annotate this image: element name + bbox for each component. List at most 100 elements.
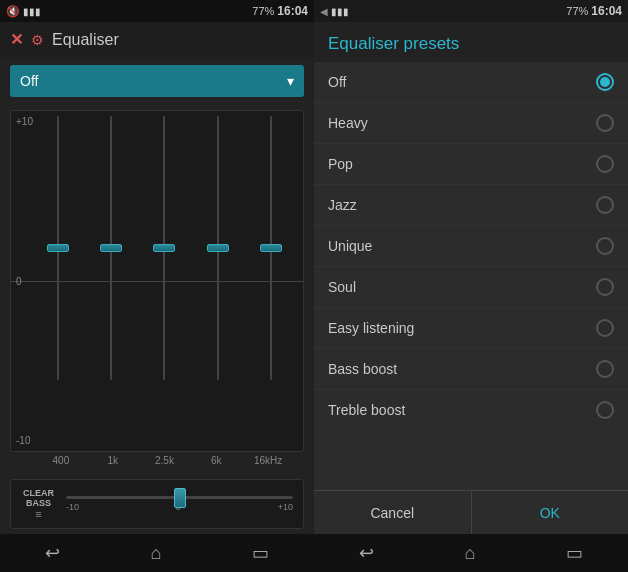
radio-button[interactable]	[596, 360, 614, 378]
freq-1k: 1k	[87, 455, 139, 466]
eq-track-1	[57, 116, 59, 380]
eq-band-2[interactable]	[110, 116, 112, 446]
preset-item-soul[interactable]: Soul	[314, 267, 628, 308]
eq-thumb-2	[100, 244, 122, 252]
status-right-left-icons: ◀ ▮▮▮	[320, 6, 349, 17]
preset-dropdown[interactable]: Off ▾	[10, 65, 304, 97]
radio-button[interactable]	[596, 278, 614, 296]
eq-thumb-3	[153, 244, 175, 252]
time-right: 16:04	[591, 4, 622, 18]
radio-button[interactable]	[596, 155, 614, 173]
eq-center-line	[11, 281, 303, 282]
preset-name: Off	[328, 74, 346, 90]
eq-track-3	[163, 116, 165, 380]
radio-button[interactable]	[596, 196, 614, 214]
preset-item-heavy[interactable]: Heavy	[314, 103, 628, 144]
time-left: 16:04	[277, 4, 308, 18]
back-button-right[interactable]: ↩	[359, 542, 374, 564]
bass-min-label: -10	[66, 502, 79, 512]
chevron-down-icon: ▾	[287, 73, 294, 89]
dropdown-value: Off	[20, 73, 38, 89]
bass-slider-container[interactable]: -10 0 +10	[66, 496, 293, 512]
page-title-left: Equaliser	[52, 31, 119, 49]
back-arrow-icon: ◀	[320, 6, 328, 17]
bass-bass-text: BASS	[26, 498, 51, 508]
left-screen: 🔇 ▮▮▮ 77% 16:04 ✕ ⚙ Equaliser Off ▾ +10 …	[0, 0, 314, 572]
radio-button[interactable]	[596, 401, 614, 419]
battery-left: 77%	[252, 5, 274, 17]
nav-bar-right: ↩ ⌂ ▭	[314, 534, 628, 572]
bass-max-label: +10	[278, 502, 293, 512]
preset-item-bass-boost[interactable]: Bass boost	[314, 349, 628, 390]
status-right-info: 77% 16:04	[252, 4, 308, 18]
preset-item-unique[interactable]: Unique	[314, 226, 628, 267]
eq-thumb-4	[207, 244, 229, 252]
status-left-icons: 🔇 ▮▮▮	[6, 5, 41, 18]
eq-label-pos10: +10	[16, 116, 33, 127]
eq-label-0: 0	[16, 276, 22, 287]
radio-inner	[600, 77, 610, 87]
radio-button[interactable]	[596, 319, 614, 337]
freq-6k: 6k	[190, 455, 242, 466]
preset-list: Off Heavy Pop Jazz Unique Soul Easy listening B…	[314, 62, 628, 490]
preset-item-easy-listening[interactable]: Easy listening	[314, 308, 628, 349]
bass-lines-icon: ≡	[35, 508, 41, 520]
preset-name: Heavy	[328, 115, 368, 131]
title-bar-left: ✕ ⚙ Equaliser	[0, 22, 314, 57]
freq-16k: 16kHz	[242, 455, 294, 466]
eq-track-2	[110, 116, 112, 380]
freq-400: 400	[35, 455, 87, 466]
preset-name: Jazz	[328, 197, 357, 213]
status-right-right-info: 77% 16:04	[566, 4, 622, 18]
right-panel-title: Equaliser presets	[328, 34, 614, 54]
close-icon[interactable]: ✕	[10, 30, 23, 49]
right-title-area: Equaliser presets	[314, 22, 628, 62]
right-screen: ◀ ▮▮▮ 77% 16:04 Equaliser presets Off Hea…	[314, 0, 628, 572]
bass-track	[66, 496, 293, 499]
mute-icon: 🔇	[6, 5, 20, 18]
eq-display: +10 0 -10	[0, 105, 314, 474]
bass-thumb	[174, 488, 186, 508]
eq-band-1[interactable]	[57, 116, 59, 446]
eq-track-4	[217, 116, 219, 380]
preset-item-pop[interactable]: Pop	[314, 144, 628, 185]
eq-freq-labels: 400 1k 2.5k 6k 16kHz	[10, 452, 304, 469]
freq-2k5: 2.5k	[139, 455, 191, 466]
radio-button[interactable]	[596, 73, 614, 91]
recent-button-left[interactable]: ▭	[252, 542, 269, 564]
bass-clear-text: CLEAR	[23, 488, 54, 498]
eq-band-3[interactable]	[163, 116, 165, 446]
home-button-right[interactable]: ⌂	[465, 543, 476, 564]
eq-label-neg10: -10	[16, 435, 30, 446]
eq-icon: ⚙	[31, 32, 44, 48]
eq-band-5[interactable]	[270, 116, 272, 446]
bass-label: CLEAR BASS ≡	[21, 488, 56, 520]
eq-thumb-1	[47, 244, 69, 252]
radio-button[interactable]	[596, 237, 614, 255]
cancel-button[interactable]: Cancel	[314, 491, 472, 534]
status-bar-left: 🔇 ▮▮▮ 77% 16:04	[0, 0, 314, 22]
preset-item-off[interactable]: Off	[314, 62, 628, 103]
nav-bar-left: ↩ ⌂ ▭	[0, 534, 314, 572]
preset-name: Easy listening	[328, 320, 414, 336]
ok-button[interactable]: OK	[472, 491, 629, 534]
home-button-left[interactable]: ⌂	[151, 543, 162, 564]
bass-section: CLEAR BASS ≡ -10 0 +10	[10, 479, 304, 529]
preset-item-treble-boost[interactable]: Treble boost	[314, 390, 628, 430]
eq-thumb-5	[260, 244, 282, 252]
battery-right: 77%	[566, 5, 588, 17]
preset-name: Pop	[328, 156, 353, 172]
preset-name: Bass boost	[328, 361, 397, 377]
status-bar-right: ◀ ▮▮▮ 77% 16:04	[314, 0, 628, 22]
preset-name: Unique	[328, 238, 372, 254]
eq-band-4[interactable]	[217, 116, 219, 446]
recent-button-right[interactable]: ▭	[566, 542, 583, 564]
eq-track-5	[270, 116, 272, 380]
preset-name: Treble boost	[328, 402, 405, 418]
preset-item-jazz[interactable]: Jazz	[314, 185, 628, 226]
back-button-left[interactable]: ↩	[45, 542, 60, 564]
radio-button[interactable]	[596, 114, 614, 132]
eq-sliders-area: +10 0 -10	[10, 110, 304, 452]
dialog-buttons: Cancel OK	[314, 490, 628, 534]
signal-icon: ▮▮▮	[23, 6, 41, 17]
